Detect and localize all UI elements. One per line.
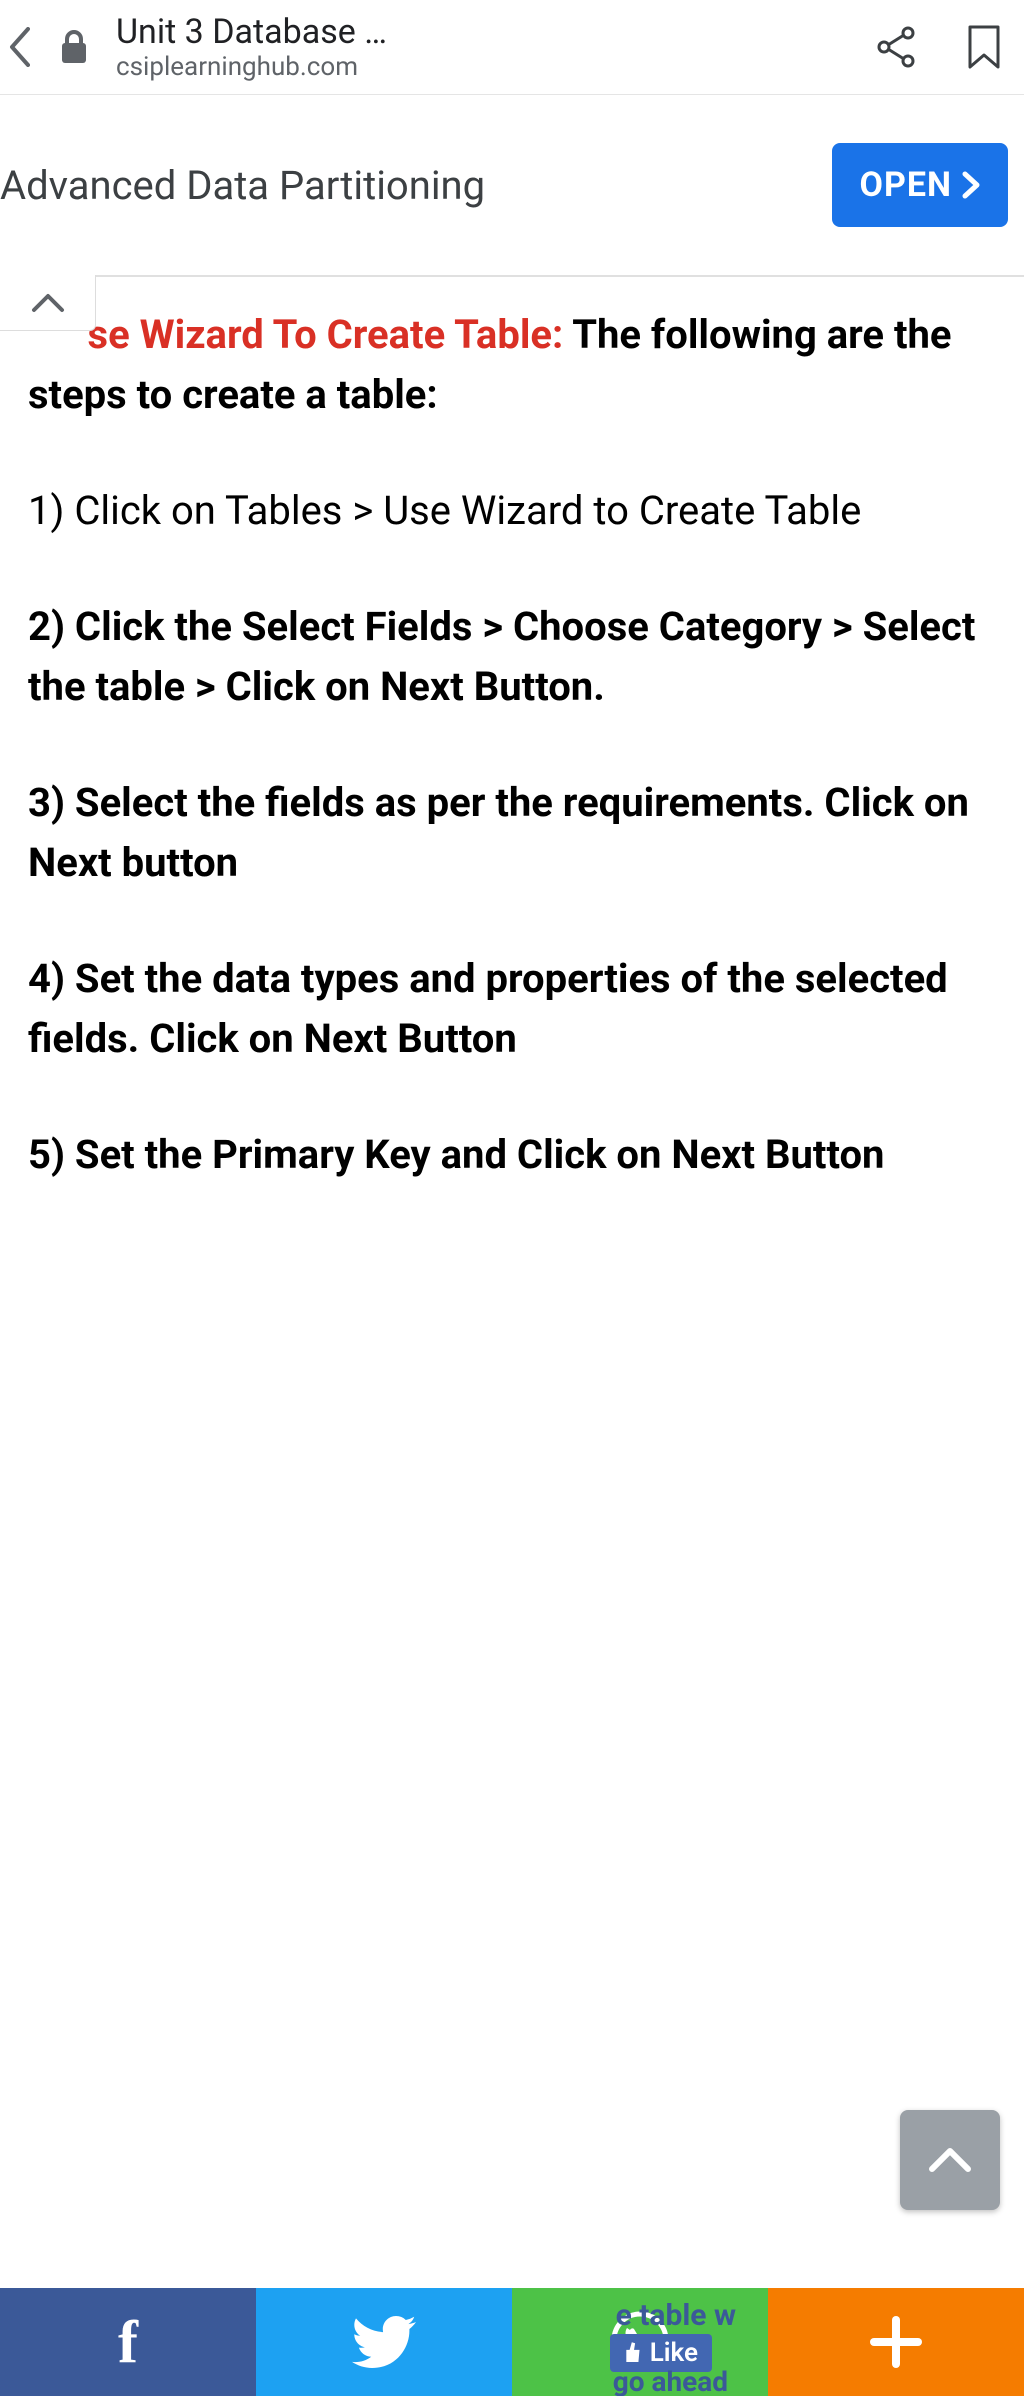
page-title: Unit 3 Database … [116,12,840,52]
overlay-snippet-bottom: go ahead [613,2365,728,2396]
page-title-block: Unit 3 Database … csiplearninghub.com [116,12,840,82]
plus-icon [868,2314,924,2370]
article-lead: se Wizard To Create Table: The following… [28,305,996,425]
share-more[interactable] [768,2288,1024,2396]
chevron-up-icon [30,292,66,314]
ad-banner: Advanced Data Partitioning OPEN [0,95,1024,277]
browser-topbar: Unit 3 Database … csiplearninghub.com [0,0,1024,95]
chevron-right-icon [962,171,980,199]
step-1: 1) Click on Tables > Use Wizard to Creat… [28,481,996,541]
back-button[interactable] [8,27,32,67]
bookmark-icon [966,25,1002,69]
article-body: se Wizard To Create Table: The following… [0,277,1024,1281]
step-2: 2) Click the Select Fields > Choose Cate… [28,597,996,717]
share-button[interactable] [864,25,928,69]
share-whatsapp[interactable]: e table w Like go ahead [512,2288,768,2396]
share-twitter[interactable] [256,2288,512,2396]
bookmark-button[interactable] [952,25,1016,69]
chevron-up-icon [926,2145,974,2175]
ad-open-label: OPEN [860,165,952,205]
ad-open-button[interactable]: OPEN [832,143,1008,227]
facebook-icon: f [118,2308,138,2377]
chevron-left-icon [8,27,30,67]
step-3: 3) Select the fields as per the requirem… [28,773,996,893]
share-icon [874,25,918,69]
overlay-snippet-top: e table w [616,2298,736,2333]
share-bar: f e table w Like go ahead [0,2288,1024,2396]
scroll-top-button[interactable] [900,2110,1000,2210]
collapse-ad-tab[interactable] [0,275,96,331]
lead-highlight: se Wizard To Create Table: [88,311,564,358]
page-domain: csiplearninghub.com [116,52,840,82]
scroll-top-container [900,2110,1000,2210]
step-4: 4) Set the data types and properties of … [28,949,996,1069]
lock-icon [56,29,92,65]
share-facebook[interactable]: f [0,2288,256,2396]
ad-headline: Advanced Data Partitioning [0,162,485,209]
step-5: 5) Set the Primary Key and Click on Next… [28,1125,996,1185]
twitter-icon [352,2316,416,2368]
